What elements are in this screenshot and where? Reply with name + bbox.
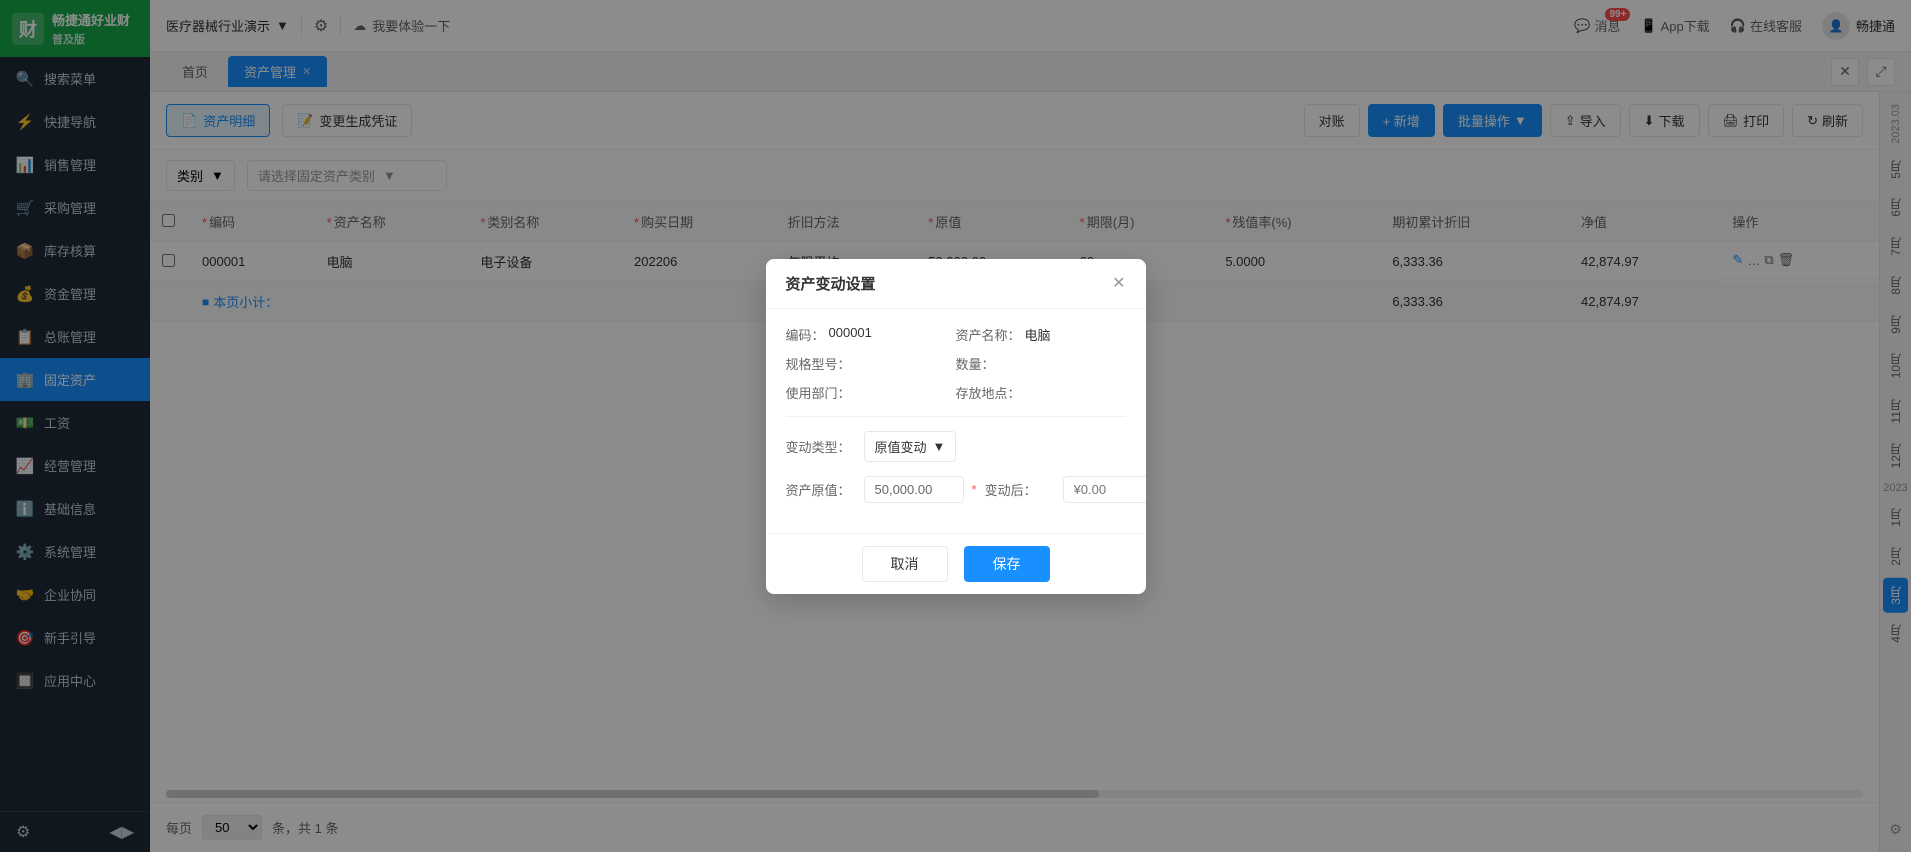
- modal-info-grid: 编码： 000001 资产名称： 电脑 规格型号： 数量： 使用部门：: [786, 325, 1126, 417]
- model-label: 规格型号：: [786, 354, 851, 373]
- change-type-arrow: ▼: [933, 439, 946, 454]
- cancel-button[interactable]: 取消: [862, 546, 948, 582]
- modal-title: 资产变动设置: [786, 273, 876, 294]
- quantity-label: 数量：: [956, 354, 995, 373]
- modal-info-quantity: 数量：: [956, 354, 1126, 373]
- after-change-input[interactable]: [1063, 476, 1146, 503]
- change-type-text: 原值变动: [875, 437, 927, 456]
- change-type-label: 变动类型：: [786, 437, 856, 456]
- modal-info-department: 使用部门：: [786, 383, 956, 402]
- dept-label: 使用部门：: [786, 383, 851, 402]
- asset-name-value: 电脑: [1025, 325, 1051, 344]
- location-label: 存放地点：: [956, 383, 1021, 402]
- modal-info-name: 资产名称： 电脑: [956, 325, 1126, 344]
- required-star: *: [972, 482, 977, 497]
- modal-info-model: 规格型号：: [786, 354, 956, 373]
- original-value-label: 资产原值：: [786, 480, 856, 499]
- save-label: 保存: [993, 556, 1021, 572]
- asset-name-label: 资产名称：: [956, 325, 1021, 344]
- modal-body: 编码： 000001 资产名称： 电脑 规格型号： 数量： 使用部门：: [766, 309, 1146, 533]
- original-value-display: 50,000.00: [864, 476, 964, 503]
- code-label: 编码：: [786, 325, 825, 344]
- after-change-label: 变动后：: [985, 480, 1055, 499]
- save-button[interactable]: 保存: [964, 546, 1050, 582]
- asset-change-modal: 资产变动设置 ✕ 编码： 000001 资产名称： 电脑 规格型号： 数量：: [766, 259, 1146, 594]
- code-value: 000001: [829, 325, 872, 344]
- modal-header: 资产变动设置 ✕: [766, 259, 1146, 309]
- modal-close-button[interactable]: ✕: [1112, 273, 1125, 293]
- original-value-field: 资产原值： 50,000.00 * 变动后：: [786, 476, 1126, 503]
- modal-overlay[interactable]: 资产变动设置 ✕ 编码： 000001 资产名称： 电脑 规格型号： 数量：: [0, 0, 1911, 852]
- cancel-label: 取消: [891, 556, 919, 572]
- modal-footer: 取消 保存: [766, 533, 1146, 594]
- change-type-field: 变动类型： 原值变动 ▼: [786, 431, 1126, 462]
- change-type-value: 原值变动 ▼: [864, 431, 1126, 462]
- change-type-select[interactable]: 原值变动 ▼: [864, 431, 957, 462]
- modal-info-location: 存放地点：: [956, 383, 1126, 402]
- modal-info-code: 编码： 000001: [786, 325, 956, 344]
